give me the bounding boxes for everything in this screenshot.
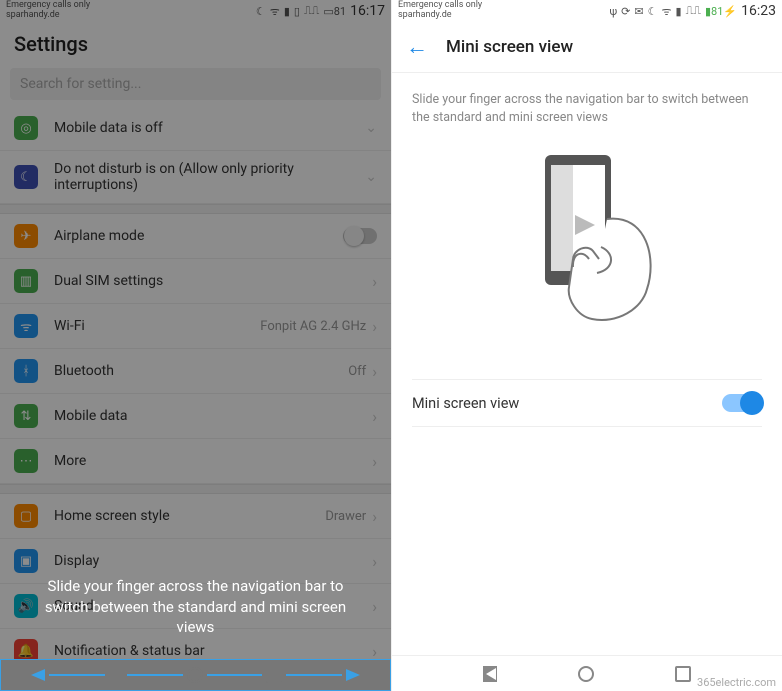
mini-screen-toggle-row[interactable]: Mini screen view	[412, 379, 762, 427]
right-screenshot: Emergency calls only sparhandy.de ψ ⟳ ✉ …	[392, 0, 782, 691]
nav-home-icon[interactable]	[187, 667, 203, 683]
section-divider	[0, 204, 391, 214]
wifi-icon: ᯤ	[14, 314, 38, 338]
status-bar: Emergency calls only sparhandy.de ☾ ᯤ ▮ …	[0, 0, 391, 22]
row-home-style[interactable]: ▢ Home screen style Drawer ›	[0, 494, 391, 539]
chevron-right-icon: ›	[372, 317, 377, 336]
page-body: Slide your finger across the navigation …	[392, 73, 782, 655]
chevron-right-icon: ›	[372, 407, 377, 426]
row-label: Airplane mode	[54, 228, 343, 244]
status-bar: Emergency calls only sparhandy.de ψ ⟳ ✉ …	[392, 0, 782, 22]
search-input[interactable]: Search for setting...	[10, 68, 381, 100]
status-clock: 16:23	[741, 3, 776, 19]
back-arrow-icon[interactable]: ←	[406, 34, 428, 60]
chevron-right-icon: ›	[372, 272, 377, 291]
row-label: Mobile data	[54, 408, 372, 424]
row-label: Do not disturb is on (Allow only priorit…	[54, 161, 365, 193]
status-carrier: Emergency calls only sparhandy.de	[398, 1, 482, 21]
nav-home-icon[interactable]	[578, 666, 594, 682]
row-value: Off	[348, 364, 366, 379]
page-header: ← Mini screen view	[392, 22, 782, 73]
row-wifi[interactable]: ᯤ Wi-Fi Fonpit AG 2.4 GHz ›	[0, 304, 391, 349]
cell-bars-icon: ⎍⎍	[686, 4, 701, 18]
instruction-text: Slide your finger across the navigation …	[412, 91, 762, 127]
row-label: Dual SIM settings	[54, 273, 372, 289]
swipe-track	[207, 674, 263, 676]
wifi-icon: ᯤ	[270, 4, 280, 19]
wifi-icon: ᯤ	[661, 4, 671, 19]
status-right: ψ ⟳ ✉ ☾ ᯤ ▮ ⎍⎍ ▮81⚡ 16:23	[609, 3, 776, 19]
row-label: More	[54, 453, 372, 469]
row-value: Drawer	[325, 509, 366, 524]
row-more[interactable]: ⋯ More ›	[0, 439, 391, 484]
signal-icon: ▮	[284, 5, 290, 18]
battery-charging-icon: ▮81⚡	[705, 5, 737, 18]
sync-icon: ⟳	[621, 5, 630, 18]
nav-recent-icon[interactable]	[266, 667, 282, 683]
mobile-data-off-icon: ◎	[14, 116, 38, 140]
chevron-down-icon: ⌄	[365, 120, 377, 136]
sim-icon: ▥	[14, 269, 38, 293]
nav-recent-icon[interactable]	[675, 666, 691, 682]
chevron-right-icon: ›	[372, 507, 377, 526]
bluetooth-icon: ᚼ	[14, 359, 38, 383]
usb-icon: ψ	[609, 5, 617, 18]
mail-icon: ✉	[634, 5, 643, 18]
watermark: 365electric.com	[697, 676, 776, 689]
toggle-label: Mini screen view	[412, 395, 722, 412]
nav-back-icon[interactable]	[109, 667, 123, 683]
airplane-icon: ✈	[14, 224, 38, 248]
chevron-right-icon: ›	[372, 597, 377, 616]
row-label: Notification & status bar	[54, 643, 372, 659]
page-title: Mini screen view	[446, 37, 573, 57]
left-screenshot: Emergency calls only sparhandy.de ☾ ᯤ ▮ …	[0, 0, 392, 691]
row-bluetooth[interactable]: ᚼ Bluetooth Off ›	[0, 349, 391, 394]
row-label: Wi-Fi	[54, 318, 260, 334]
row-label: Home screen style	[54, 508, 325, 524]
row-value: Fonpit AG 2.4 GHz	[260, 319, 366, 334]
status-carrier: Emergency calls only sparhandy.de	[6, 1, 90, 21]
swipe-illustration	[412, 149, 762, 339]
chevron-right-icon: ›	[372, 642, 377, 660]
mobile-data-icon: ⇅	[14, 404, 38, 428]
mini-screen-toggle[interactable]	[722, 394, 762, 412]
nav-back-icon[interactable]	[483, 666, 497, 682]
page-title: Settings	[0, 22, 391, 64]
row-mobile-data-off[interactable]: ◎ Mobile data is off ⌄	[0, 106, 391, 151]
swipe-left-arrow-icon	[31, 669, 45, 681]
moon-icon: ☾	[648, 5, 658, 18]
home-style-icon: ▢	[14, 504, 38, 528]
chevron-right-icon: ›	[372, 362, 377, 381]
signal-icon: ▯	[294, 5, 300, 18]
row-dnd[interactable]: ☾ Do not disturb is on (Allow only prior…	[0, 151, 391, 204]
dnd-icon: ☾	[14, 165, 38, 189]
swipe-track	[286, 674, 342, 676]
swipe-hint-tooltip: Slide your finger across the navigation …	[20, 570, 371, 643]
status-clock: 16:17	[350, 3, 385, 19]
row-mobile-data[interactable]: ⇅ Mobile data ›	[0, 394, 391, 439]
section-divider	[0, 484, 391, 494]
row-label: Mobile data is off	[54, 120, 365, 136]
cell-bars-icon: ⎍⎍	[304, 4, 319, 18]
navigation-bar[interactable]	[0, 659, 391, 691]
swipe-track	[127, 674, 183, 676]
phone-hand-icon	[497, 149, 677, 339]
row-dual-sim[interactable]: ▥ Dual SIM settings ›	[0, 259, 391, 304]
moon-icon: ☾	[256, 5, 266, 18]
status-right: ☾ ᯤ ▮ ▯ ⎍⎍ ▭81 16:17	[256, 3, 385, 19]
swipe-track	[49, 674, 105, 676]
more-icon: ⋯	[14, 449, 38, 473]
chevron-down-icon: ⌄	[365, 169, 377, 185]
airplane-toggle[interactable]	[343, 228, 377, 244]
row-label: Bluetooth	[54, 363, 348, 379]
signal-icon: ▮	[676, 5, 682, 18]
chevron-right-icon: ›	[372, 552, 377, 571]
row-airplane[interactable]: ✈ Airplane mode	[0, 214, 391, 259]
row-label: Display	[54, 553, 372, 569]
swipe-right-arrow-icon	[346, 669, 360, 681]
chevron-right-icon: ›	[372, 452, 377, 471]
battery-icon: ▭81	[323, 5, 346, 18]
